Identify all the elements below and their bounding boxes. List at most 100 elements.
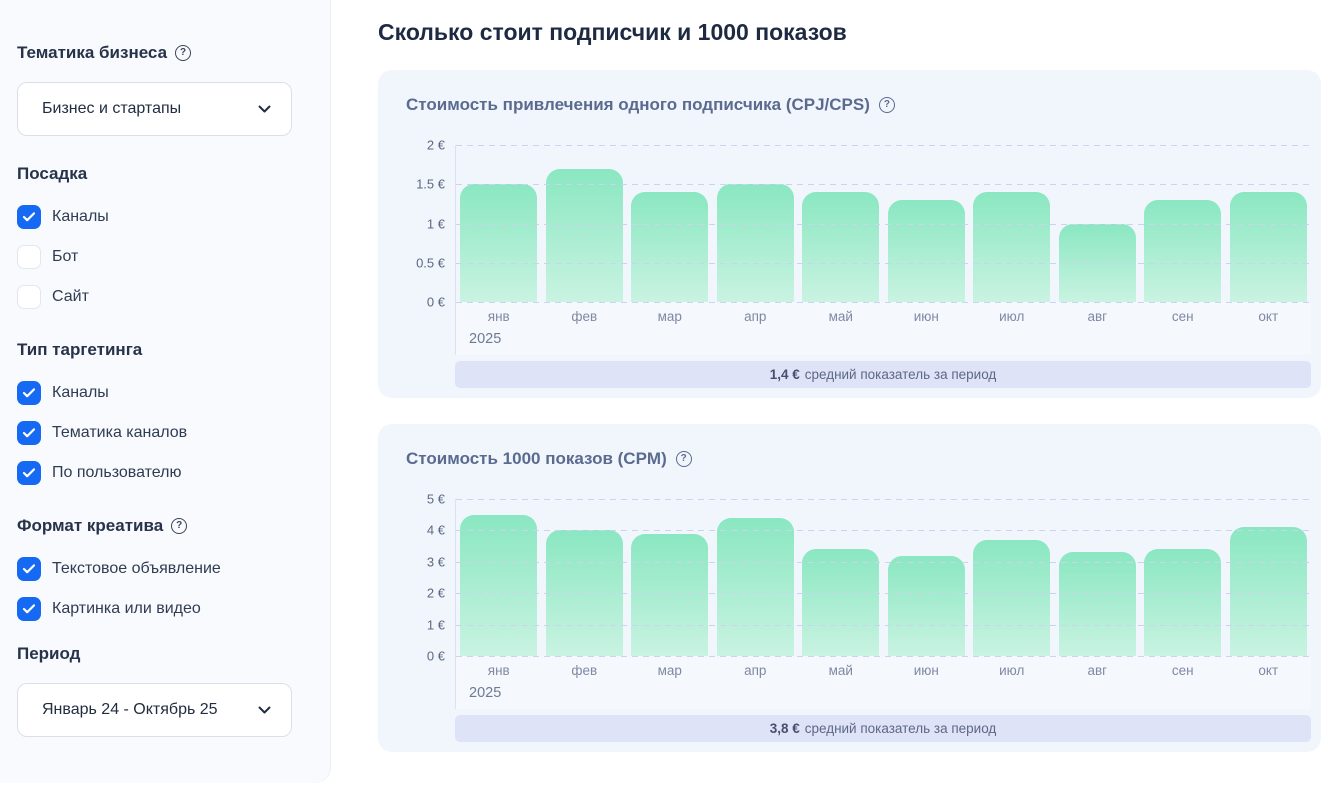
x-axis-label: июн [913,663,939,678]
bar [973,192,1051,302]
chart-title-text: Стоимость привлечения одного подписчика … [406,95,870,114]
check-icon [23,564,35,574]
bar-slot [1226,499,1312,656]
checkbox[interactable] [17,557,41,581]
business-topic-heading: Тематика бизнеса ? [17,44,314,62]
checkbox-row-targeting-user[interactable]: По пользователю [17,461,314,485]
x-axis-label: янв [487,663,510,678]
gridline [456,624,1311,626]
checkbox-label: По пользователю [52,464,182,481]
x-axis-label: янв [487,309,510,324]
y-axis: 2 € 1.5 € 1 € 0.5 € 0 € [406,138,455,310]
bar-slot [713,499,799,656]
x-axis-label: окт [1258,309,1279,324]
help-icon[interactable]: ? [171,518,188,534]
landing-heading: Посадка [17,164,88,183]
bar [460,184,538,302]
y-axis-label: 0.5 € [416,255,445,271]
bar-slot [884,499,970,656]
checkbox-label: Сайт [52,288,89,305]
period-heading: Период [17,644,81,663]
checkbox-row-landing-bot[interactable]: Бот [17,245,314,269]
bar [716,184,794,302]
x-axis-label: май [828,309,853,324]
checkbox[interactable] [17,381,41,405]
gridline [456,302,1311,303]
bar [1229,527,1307,656]
landing-options: Каналы Бот Сайт [17,205,314,309]
y-axis-label: 5 € [426,491,445,507]
checkbox[interactable] [17,205,41,229]
x-axis-label: апр [744,663,767,678]
average-value: 3,8 € [769,721,800,736]
check-icon [23,212,35,222]
x-axis-labels: янв фев мар апр май июн июл авг сен окт [456,656,1311,685]
x-axis-label: фев [571,309,598,324]
chart-title: Стоимость привлечения одного подписчика … [406,94,1311,115]
chart-panel-cpm: Стоимость 1000 показов (CPM) ? 5 € 4 € 3 €… [378,424,1321,752]
y-axis-label: 1 € [426,216,445,231]
checkbox[interactable] [17,597,41,621]
y-axis-label: 2 € [426,137,445,153]
gridline [456,223,1311,225]
checkbox-label: Бот [52,248,79,265]
business-topic-select[interactable]: Бизнес и стартапы [17,82,292,136]
chart-title: Стоимость 1000 показов (CPM) ? [406,448,1311,469]
checkbox[interactable] [17,285,41,309]
help-icon[interactable]: ? [878,96,895,113]
business-topic-value: Бизнес и стартапы [42,100,182,117]
bar [460,514,538,656]
bar [887,199,965,302]
bar-chart: 5 € 4 € 3 € 2 € 1 € 0 € янв фев мар апр май июн июл… [406,492,1311,709]
x-axis-label: авг [1087,663,1108,678]
y-axis-label: 0 € [426,294,445,310]
help-icon[interactable]: ? [675,450,692,467]
gridline [456,561,1311,563]
bars [456,499,1311,656]
bar-slot [1055,499,1141,656]
bar [973,539,1051,656]
y-axis-label: 0 € [426,648,445,664]
creative-options: Текстовое объявление Картинка или видео [17,557,314,621]
checkbox-label: Каналы [52,208,109,225]
x-axis-label: мар [657,663,682,678]
gridline [456,593,1311,595]
period-select[interactable]: Январь 24 - Октябрь 25 [17,683,292,737]
gridline [456,262,1311,264]
bar-slot [798,499,884,656]
checkbox-row-landing-site[interactable]: Сайт [17,285,314,309]
x-axis-label: сен [1171,309,1194,324]
bar [716,517,794,656]
checkbox[interactable] [17,245,41,269]
checkbox-row-targeting-channels[interactable]: Каналы [17,381,314,405]
checkbox[interactable] [17,421,41,445]
y-axis: 5 € 4 € 3 € 2 € 1 € 0 € [406,492,455,664]
checkbox-row-landing-channels[interactable]: Каналы [17,205,314,229]
gridline [456,656,1311,657]
x-axis-label: май [828,663,853,678]
bar [802,549,880,656]
x-axis-strip: янв фев мар апр май июн июл авг сен окт 2025 [456,656,1311,709]
average-value: 1,4 € [769,367,800,382]
checkbox-row-creative-media[interactable]: Картинка или видео [17,597,314,621]
bar [1058,552,1136,656]
bar [1229,192,1307,302]
chevron-down-icon [258,706,271,714]
x-axis-label: окт [1258,663,1279,678]
check-icon [23,468,35,478]
x-axis-label: июл [999,309,1025,324]
check-icon [23,428,35,438]
bar [887,555,965,656]
bar-slot [627,499,713,656]
checkbox-row-creative-text[interactable]: Текстовое объявление [17,557,314,581]
checkbox[interactable] [17,461,41,485]
help-icon[interactable]: ? [175,45,192,61]
average-text: средний показатель за период [804,367,997,382]
gridline [456,530,1311,532]
checkbox-row-targeting-topic[interactable]: Тематика каналов [17,421,314,445]
gridline [456,499,1311,500]
targeting-options: Каналы Тематика каналов По пользователю [17,381,314,485]
bar-chart: 2 € 1.5 € 1 € 0.5 € 0 € янв фев мар апр май июн ию… [406,138,1311,355]
x-axis-year-label: 2025 [469,331,502,347]
plot-area: янв фев мар апр май июн июл авг сен окт 2025 [455,145,1311,355]
